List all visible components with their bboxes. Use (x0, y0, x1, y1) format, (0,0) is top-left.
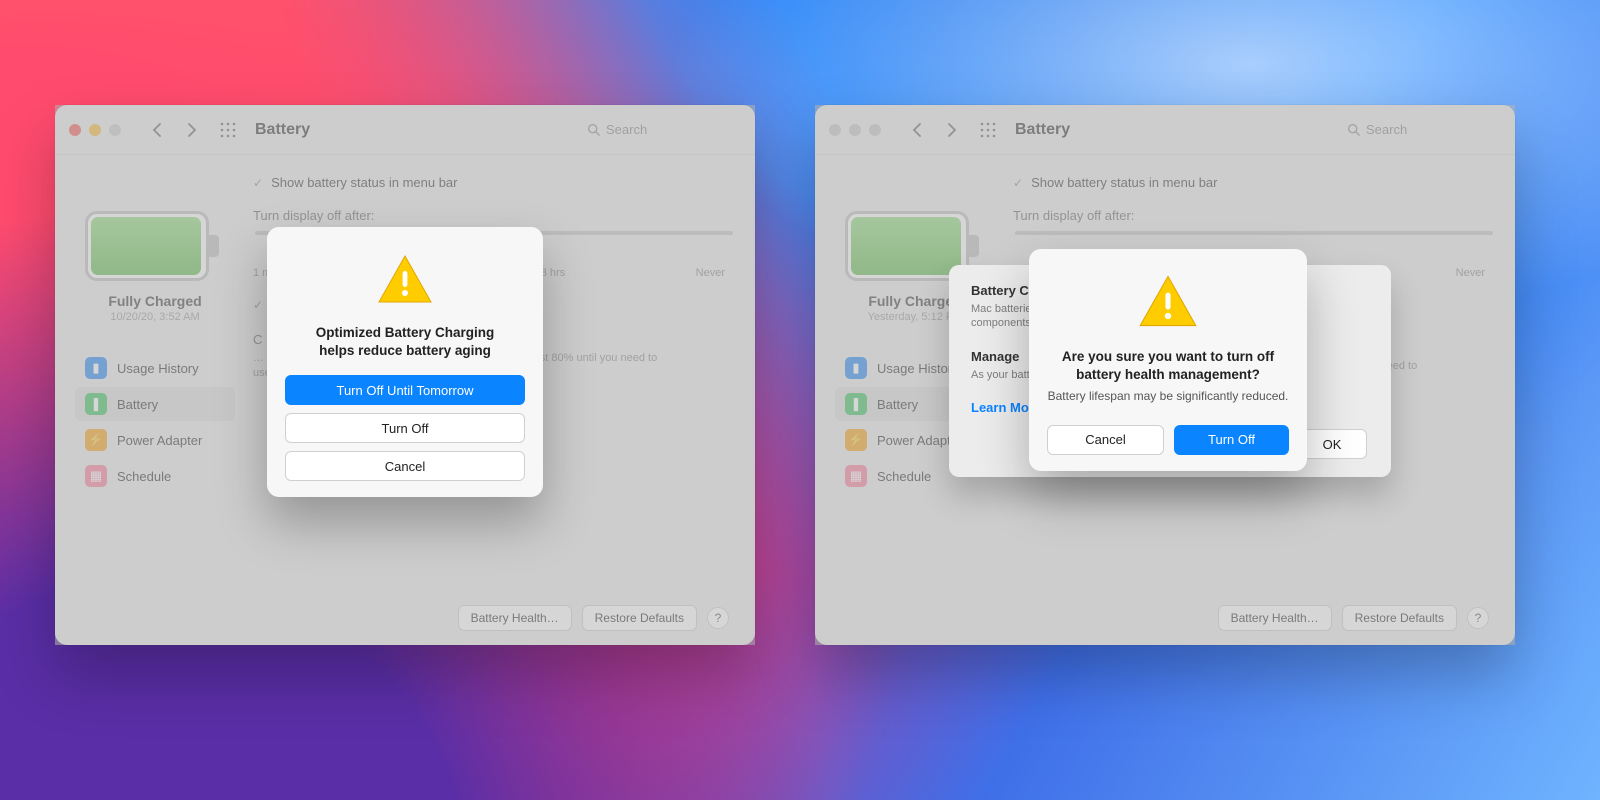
ok-button[interactable]: OK (1297, 429, 1367, 459)
warning-icon (376, 253, 434, 305)
optimized-charging-dialog: Optimized Battery Charginghelps reduce b… (267, 227, 543, 497)
cancel-button[interactable]: Cancel (1047, 425, 1164, 455)
turn-off-until-tomorrow-button[interactable]: Turn Off Until Tomorrow (285, 375, 525, 405)
dialog-title: Optimized Battery Charginghelps reduce b… (285, 324, 525, 359)
turn-off-button[interactable]: Turn Off (285, 413, 525, 443)
dialog-subtitle: Battery lifespan may be significantly re… (1047, 389, 1289, 405)
cancel-button[interactable]: Cancel (285, 451, 525, 481)
warning-icon (1137, 273, 1199, 329)
dialog-title: Are you sure you want to turn offbattery… (1047, 348, 1289, 383)
turn-off-button[interactable]: Turn Off (1174, 425, 1289, 455)
turn-off-health-dialog: Are you sure you want to turn offbattery… (1029, 249, 1307, 471)
